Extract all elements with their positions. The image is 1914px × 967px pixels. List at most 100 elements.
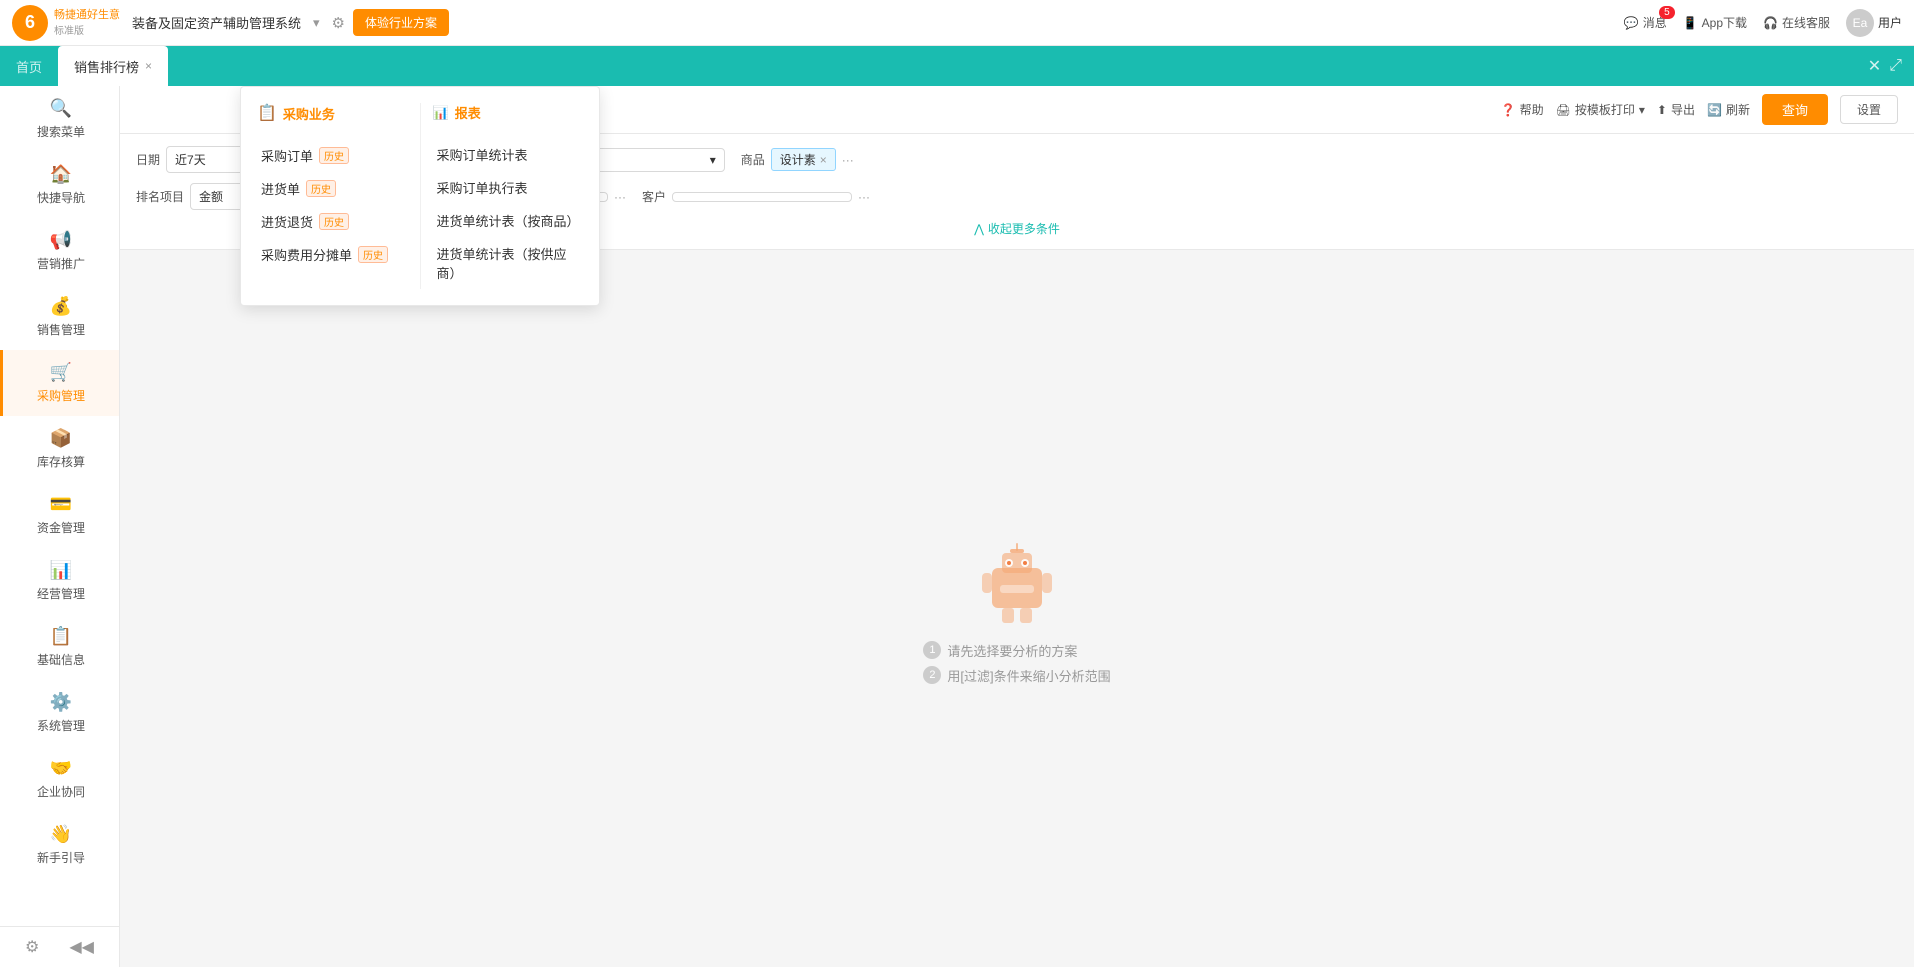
dropdown-item-supplier-stat[interactable]: 进货单统计表（按供应商）	[433, 237, 584, 289]
settings-button[interactable]: 设置	[1840, 95, 1898, 124]
sidebar-item-system[interactable]: ⚙️ 系统管理	[0, 680, 119, 746]
sidebar-item-basic-info[interactable]: 📋 基础信息	[0, 614, 119, 680]
headset-icon: 🎧	[1763, 16, 1778, 30]
help-btn[interactable]: ❓ 帮助	[1501, 101, 1544, 118]
hist-badge-1: 历史	[306, 180, 336, 197]
sidebar-item-basicinfo-label: 基础信息	[37, 651, 85, 668]
sidebar-item-quicknav-label: 快捷导航	[37, 189, 85, 206]
tab-sales-rank-label: 销售排行榜	[74, 57, 139, 76]
rank-label: 排名项目	[136, 188, 184, 205]
dropdown-item-goods-in-label: 进货单	[261, 179, 300, 198]
hist-badge-3: 历史	[358, 246, 388, 263]
purchase-icon: 🛒	[50, 362, 72, 383]
print-btn[interactable]: 🖨 按模板打印 ▾	[1556, 101, 1645, 118]
sidebar-item-finance[interactable]: 💳 资金管理	[0, 482, 119, 548]
sidebar-item-quick-nav[interactable]: 🏠 快捷导航	[0, 152, 119, 218]
sidebar-item-inventory[interactable]: 📦 库存核算	[0, 416, 119, 482]
logo-text: 畅捷通好生意	[54, 8, 120, 22]
topbar-center: 装备及固定资产辅助管理系统 ▾ ⚙ 体验行业方案	[132, 9, 1624, 36]
customer-label: 客户	[642, 188, 666, 205]
dropdown-item-goods-return[interactable]: 进货退货 历史	[257, 205, 408, 238]
empty-tip-2: 2 用[过滤]条件来缩小分析范围	[923, 666, 1110, 685]
query-button[interactable]: 查询	[1762, 94, 1828, 125]
dropdown-item-purchase-order[interactable]: 采购订单 历史	[257, 139, 408, 172]
robot-illustration	[967, 533, 1067, 633]
export-label: 导出	[1671, 101, 1695, 118]
search-icon: 🔍	[50, 98, 72, 119]
sidebar-settings-icon[interactable]: ⚙	[25, 937, 39, 957]
toolbar-right: ❓ 帮助 🖨 按模板打印 ▾ ⬆ 导出 🔄 刷新 查询 设置	[1501, 94, 1898, 125]
tab-close-btn[interactable]: ✕	[1868, 56, 1881, 76]
online-service-label: 在线客服	[1782, 14, 1830, 31]
phone-icon: 📱	[1683, 16, 1698, 30]
dropdown-item-order-stat[interactable]: 采购订单统计表	[433, 138, 584, 171]
dropdown-item-order-stat-label: 采购订单统计表	[437, 145, 528, 164]
logo-sub: 标准版	[54, 22, 120, 37]
export-btn[interactable]: ⬆ 导出	[1657, 101, 1695, 118]
tab-home[interactable]: 首页	[0, 46, 58, 86]
dropdown-left-title-text: 采购业务	[283, 104, 335, 123]
tip-num-2: 2	[923, 666, 941, 684]
sidebar-item-search-label: 搜索菜单	[37, 123, 85, 140]
dropdown-item-order-exec-label: 采购订单执行表	[437, 178, 528, 197]
dropdown-left-title: 📋 采购业务	[257, 103, 408, 129]
logo: 6 畅捷通好生意 标准版	[12, 5, 132, 41]
salesman-more-btn[interactable]: ···	[614, 190, 626, 204]
dropdown-item-goods-stat[interactable]: 进货单统计表（按商品）	[433, 204, 584, 237]
app-download-label: App下载	[1702, 14, 1747, 31]
help-label: 帮助	[1520, 101, 1544, 118]
purchase-dropdown-menu: 📋 采购业务 采购订单 历史 进货单 历史 进货退货 历史	[240, 86, 600, 306]
report-icon: 📊	[433, 105, 449, 121]
goods-tag[interactable]: 设计素 ×	[771, 148, 836, 171]
purchase-biz-icon: 📋	[257, 103, 277, 123]
sidebar-item-inventory-label: 库存核算	[37, 453, 85, 470]
filter-customer: 客户 ···	[642, 188, 870, 205]
enterprise-icon: 🤝	[50, 758, 72, 779]
sidebar-item-operations[interactable]: 📊 经营管理	[0, 548, 119, 614]
sidebar-item-purchase[interactable]: 🛒 采购管理	[0, 350, 119, 416]
dropdown-item-supplier-stat-label: 进货单统计表（按供应商）	[437, 244, 580, 282]
sidebar: 🔍 搜索菜单 🏠 快捷导航 📢 营销推广 💰 销售管理 🛒 采购管理 📦 库存核…	[0, 86, 120, 967]
industry-btn[interactable]: 体验行业方案	[353, 9, 449, 36]
sidebar-item-marketing[interactable]: 📢 营销推广	[0, 218, 119, 284]
filter-goods: 商品 设计素 × ···	[741, 148, 854, 171]
goods-tag-close-icon[interactable]: ×	[820, 153, 827, 167]
sidebar-item-enterprise-label: 企业协同	[37, 783, 85, 800]
tab-close-icon[interactable]: ×	[145, 59, 152, 73]
sidebar-item-purchase-label: 采购管理	[37, 387, 85, 404]
customer-more-btn[interactable]: ···	[858, 190, 870, 204]
tab-sales-rank[interactable]: 销售排行榜 ×	[58, 46, 168, 86]
system-arrow-icon[interactable]: ▾	[313, 15, 320, 31]
sidebar-collapse-icon[interactable]: ◀◀	[69, 937, 94, 957]
tab-actions: ✕ ⤢	[1868, 56, 1914, 76]
topbar-settings-icon[interactable]: ⚙	[332, 14, 345, 32]
sidebar-item-enterprise[interactable]: 🤝 企业协同	[0, 746, 119, 812]
basic-info-icon: 📋	[50, 626, 72, 647]
user-item[interactable]: Ea 用户	[1846, 9, 1902, 37]
dropdown-right-title: 📊 报表	[433, 103, 584, 128]
refresh-icon: 🔄	[1707, 103, 1722, 117]
sidebar-item-sales[interactable]: 💰 销售管理	[0, 284, 119, 350]
dropdown-item-purchase-expense[interactable]: 采购费用分摊单 历史	[257, 238, 408, 271]
dropdown-item-purchase-order-label: 采购订单	[261, 146, 313, 165]
message-item[interactable]: 💬 消息 5	[1624, 14, 1667, 31]
dropdown-item-order-exec[interactable]: 采购订单执行表	[433, 171, 584, 204]
print-arrow-icon: ▾	[1639, 103, 1645, 117]
dropdown-item-goods-stat-label: 进货单统计表（按商品）	[437, 211, 580, 230]
sidebar-item-search[interactable]: 🔍 搜索菜单	[0, 86, 119, 152]
avatar: Ea	[1846, 9, 1874, 37]
goods-more-btn[interactable]: ···	[842, 153, 854, 167]
online-service-item[interactable]: 🎧 在线客服	[1763, 14, 1830, 31]
home-icon: 🏠	[50, 164, 72, 185]
export-icon: ⬆	[1657, 103, 1667, 117]
sidebar-item-newcomer[interactable]: 👋 新手引导	[0, 812, 119, 878]
topbar-right: 💬 消息 5 📱 App下载 🎧 在线客服 Ea 用户	[1624, 9, 1902, 37]
dropdown-divider	[420, 103, 421, 289]
app-download-item[interactable]: 📱 App下载	[1683, 14, 1747, 31]
refresh-btn[interactable]: 🔄 刷新	[1707, 101, 1750, 118]
inventory-icon: 📦	[50, 428, 72, 449]
tab-expand-btn[interactable]: ⤢	[1889, 57, 1902, 75]
system-icon: ⚙️	[50, 692, 72, 713]
dropdown-item-goods-in[interactable]: 进货单 历史	[257, 172, 408, 205]
customer-select[interactable]	[672, 192, 852, 202]
